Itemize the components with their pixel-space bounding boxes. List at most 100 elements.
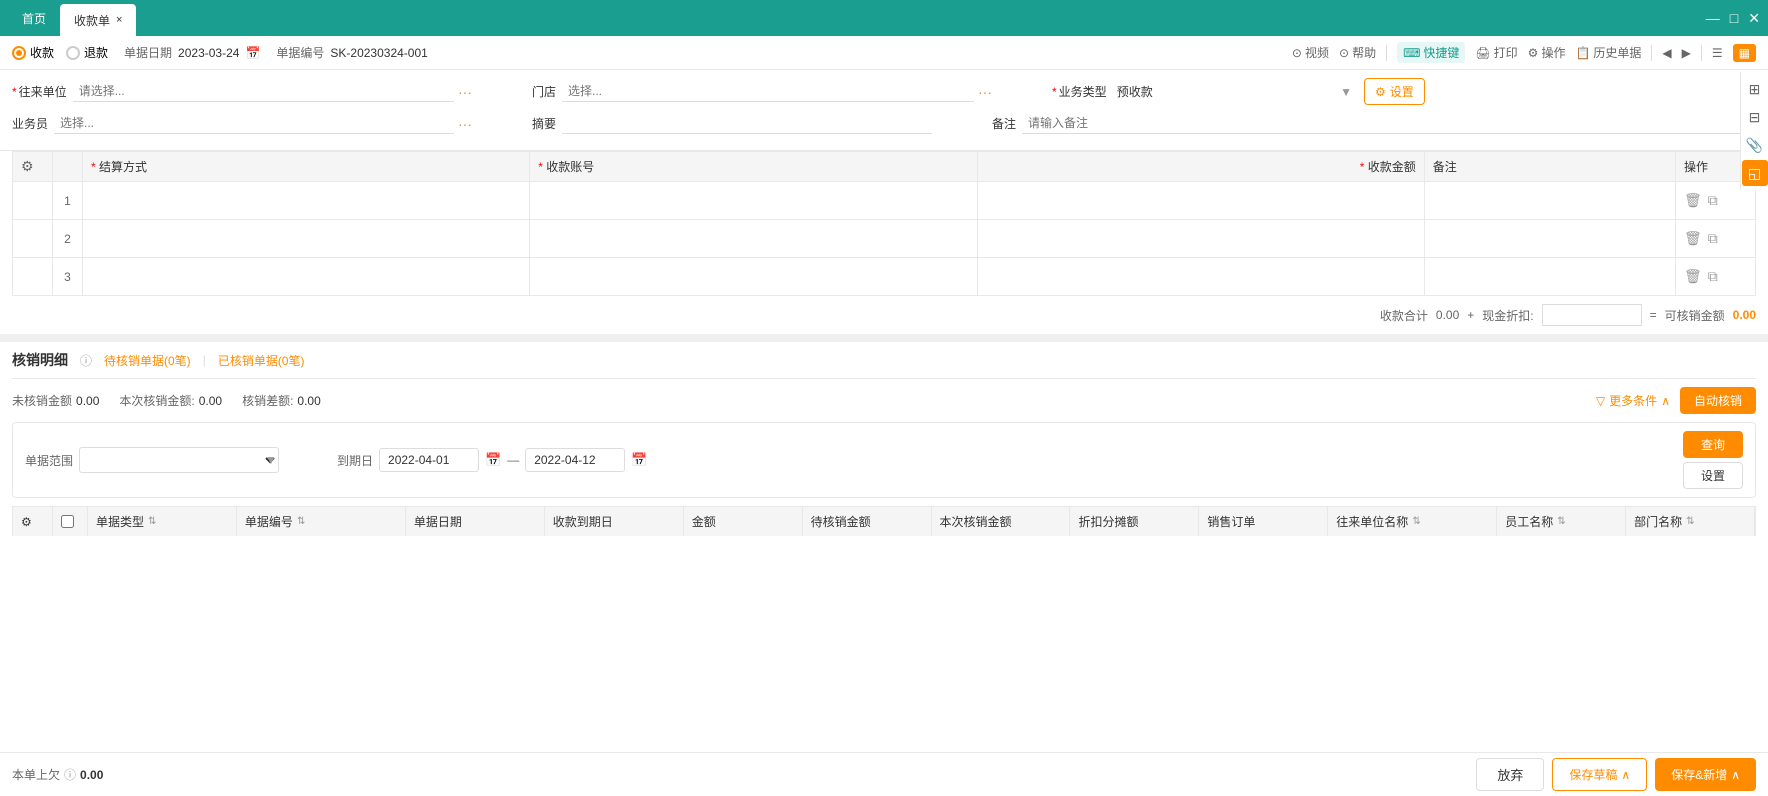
footer-label: 本单上欠 <box>12 766 60 783</box>
date-to-input[interactable] <box>525 448 625 472</box>
row3-amount[interactable] <box>977 258 1424 296</box>
toolbar-right: ⊙ 视频 ⊙ 帮助 ⌨ 快捷键 🖨 打印 ⚙ 操作 📋 历史单据 <box>1292 42 1756 63</box>
row1-note[interactable] <box>1424 182 1675 220</box>
view-grid-btn[interactable]: ▦ <box>1733 44 1756 62</box>
row3-num: 3 <box>53 258 83 296</box>
row2-account[interactable] <box>530 220 977 258</box>
btn-video[interactable]: ⊙ 视频 <box>1292 44 1329 61</box>
calendar-to-icon[interactable]: 📅 <box>631 452 647 468</box>
row3-copy-icon[interactable]: ⧉ <box>1708 268 1718 285</box>
nav-right-btn[interactable]: ▶ <box>1682 46 1691 60</box>
save-new-button[interactable]: 保存&新增 ∧ <box>1655 758 1756 791</box>
staff-ellipsis-btn[interactable]: ··· <box>458 116 472 132</box>
bottom-gear-icon[interactable]: ⚙ <box>21 515 32 529</box>
stat1-label: 未核销金额 <box>12 392 72 409</box>
summary-equals: = <box>1650 308 1657 322</box>
row2-delete-icon[interactable]: 🗑 <box>1684 230 1702 247</box>
right-panel-icon3[interactable]: 📎 <box>1742 132 1768 158</box>
settings-button[interactable]: ⚙ 设置 <box>1364 78 1425 105</box>
staff-input[interactable] <box>54 113 454 134</box>
row2-copy-icon[interactable]: ⧉ <box>1708 230 1718 247</box>
row3-delete-icon[interactable]: 🗑 <box>1684 268 1702 285</box>
maximize-icon[interactable]: □ <box>1730 10 1738 26</box>
summary-input[interactable] <box>562 113 932 134</box>
auto-hexiao-button[interactable]: 自动核销 <box>1680 387 1756 414</box>
hexiao-tab1[interactable]: 待核销单据(0笔) <box>104 352 191 369</box>
right-panel-icon1[interactable]: ⊞ <box>1742 76 1768 102</box>
row1-copy-icon[interactable]: ⧉ <box>1708 192 1718 209</box>
form-row-1: * 往来单位 ··· 门店 ··· * 业务类型 预收款 ▼ ⚙ 设置 <box>12 78 1756 105</box>
number-sort-icon[interactable]: ⇅ <box>297 516 305 527</box>
stat3-value: 0.00 <box>297 394 320 408</box>
close-icon[interactable]: ✕ <box>1748 10 1760 27</box>
bottom-table-header: ⚙ 单据类型 ⇅ 单据编号 ⇅ 单据日期 收款到期日 金额 <box>12 506 1756 536</box>
row3-note[interactable] <box>1424 258 1675 296</box>
date-from-input[interactable] <box>379 448 479 472</box>
store-input[interactable] <box>562 81 974 102</box>
row1-delete-icon[interactable]: 🗑 <box>1684 192 1702 209</box>
due-date-field: 到期日 📅 — 📅 <box>337 448 647 472</box>
right-panel-icon4[interactable]: ◱ <box>1742 160 1768 186</box>
right-panel-icon2[interactable]: ⊟ <box>1742 104 1768 130</box>
row3-settle[interactable] <box>83 258 530 296</box>
type-sort-icon[interactable]: ⇅ <box>148 516 156 527</box>
btn-shortcut[interactable]: ⌨ 快捷键 <box>1397 42 1465 63</box>
note-input[interactable] <box>1022 113 1756 134</box>
form-area: * 往来单位 ··· 门店 ··· * 业务类型 预收款 ▼ ⚙ 设置 <box>0 70 1768 151</box>
calendar-from-icon[interactable]: 📅 <box>485 452 501 468</box>
stat-uncancelled: 未核销金额 0.00 <box>12 392 99 409</box>
row2-amount[interactable] <box>977 220 1424 258</box>
range-select-input[interactable] <box>79 447 279 473</box>
col-settle-header: * 结算方式 <box>83 152 530 182</box>
hexiao-info-icon[interactable]: ⓘ <box>80 352 92 369</box>
calendar-icon[interactable]: 📅 <box>245 46 260 60</box>
row1-account[interactable] <box>530 182 977 220</box>
row2-note[interactable] <box>1424 220 1675 258</box>
store-ellipsis-btn[interactable]: ··· <box>978 84 992 100</box>
footer-info-icon[interactable]: ⓘ <box>64 766 76 783</box>
abandon-button[interactable]: 放弃 <box>1476 758 1544 791</box>
save-draft-button[interactable]: 保存草稿 ∧ <box>1552 758 1647 791</box>
settings-small-button[interactable]: 设置 <box>1683 462 1743 489</box>
bottom-discount-col: 折扣分摊额 <box>1070 507 1199 536</box>
business-type-chevron[interactable]: ▼ <box>1340 85 1352 99</box>
col-amount-header: * 收款金额 <box>977 152 1424 182</box>
query-button[interactable]: 查询 <box>1683 431 1743 458</box>
more-conditions-btn[interactable]: ▽ 更多条件 ∧ <box>1596 392 1670 409</box>
row3-account[interactable] <box>530 258 977 296</box>
unit-ellipsis-btn[interactable]: ··· <box>458 84 472 100</box>
view-list-btn[interactable]: ☰ <box>1712 46 1723 60</box>
radio-tuikuan[interactable]: 退款 <box>66 44 108 61</box>
bottom-pending-col: 待核销金额 <box>803 507 932 536</box>
dept-sort-icon[interactable]: ⇅ <box>1686 516 1694 527</box>
row1-amount[interactable] <box>977 182 1424 220</box>
row2-num: 2 <box>53 220 83 258</box>
row2-gear <box>13 220 53 258</box>
bottom-gear-col[interactable]: ⚙ <box>13 507 53 536</box>
radio-shoukuan[interactable]: 收款 <box>12 44 54 61</box>
row1-gear <box>13 182 53 220</box>
btn-help[interactable]: ⊙ 帮助 <box>1339 44 1376 61</box>
bottom-checkbox-all[interactable] <box>61 515 74 528</box>
minimize-icon[interactable]: — <box>1706 10 1720 26</box>
radio-dot-tuikuan <box>66 46 80 60</box>
hexiao-tab2[interactable]: 已核销单据(0笔) <box>218 352 305 369</box>
btn-history[interactable]: 📋 历史单据 <box>1575 44 1641 61</box>
bottom-checkbox-col[interactable] <box>53 507 88 536</box>
row1-settle[interactable] <box>83 182 530 220</box>
tab-home[interactable]: 首页 <box>8 0 60 36</box>
table-gear-icon[interactable]: ⚙ <box>21 158 34 174</box>
stat-current: 本次核销金额: 0.00 <box>119 392 222 409</box>
btn-action[interactable]: ⚙ 操作 <box>1528 44 1566 61</box>
unit-input[interactable] <box>73 81 454 102</box>
filter-icon: ▽ <box>1596 394 1605 408</box>
tab-current[interactable]: 收款单 × <box>60 4 136 36</box>
summary-discount-input[interactable] <box>1542 304 1642 326</box>
staff-sort-icon[interactable]: ⇅ <box>1557 516 1565 527</box>
col-gear[interactable]: ⚙ <box>13 152 53 182</box>
nav-left-btn[interactable]: ◀ <box>1662 46 1671 60</box>
partner-sort-icon[interactable]: ⇅ <box>1412 516 1420 527</box>
row2-settle[interactable] <box>83 220 530 258</box>
btn-print[interactable]: 🖨 打印 <box>1475 44 1517 61</box>
tab-close-icon[interactable]: × <box>116 14 122 26</box>
